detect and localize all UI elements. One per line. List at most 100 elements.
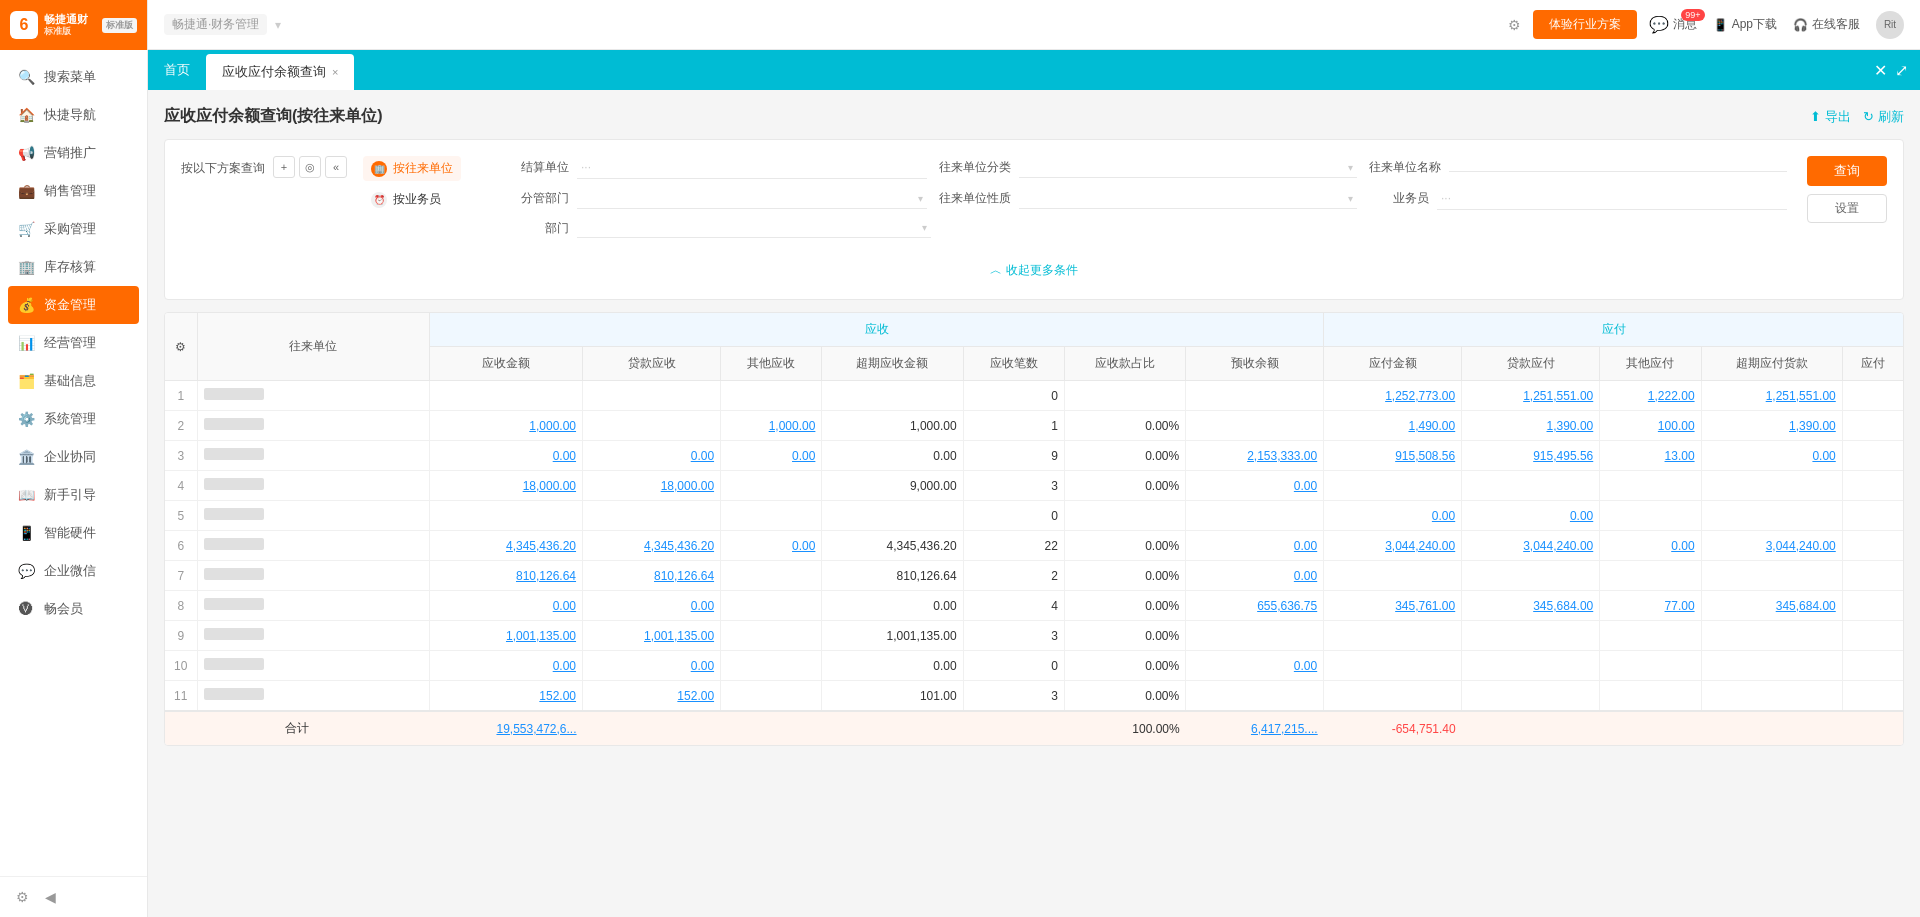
sidebar-item-corp[interactable]: 🏛️ 企业协同 bbox=[0, 438, 147, 476]
cell-link[interactable]: 0.00 bbox=[792, 449, 815, 463]
cell-link[interactable]: 0.00 bbox=[691, 599, 714, 613]
cell-link[interactable]: 100.00 bbox=[1658, 419, 1695, 433]
cell-link[interactable]: 0.00 bbox=[691, 659, 714, 673]
dept-label: 分管部门 bbox=[509, 190, 569, 207]
sidebar-item-sales[interactable]: 💼 销售管理 bbox=[0, 172, 147, 210]
branch-dept-input[interactable]: ▾ bbox=[577, 218, 931, 238]
cell-link[interactable]: 0.00 bbox=[553, 599, 576, 613]
refresh-button[interactable]: ↻ 刷新 bbox=[1863, 108, 1904, 126]
gear-icon[interactable]: ⚙ bbox=[1508, 17, 1521, 33]
cell-link[interactable]: 3,044,240.00 bbox=[1766, 539, 1836, 553]
settlement-unit-input[interactable]: ··· bbox=[577, 156, 927, 179]
cell-link[interactable]: 4,345,436.20 bbox=[506, 539, 576, 553]
cell-link[interactable]: 0.00 bbox=[792, 539, 815, 553]
tab-close-icon[interactable]: × bbox=[332, 66, 338, 78]
cell-link[interactable]: 3,044,240.00 bbox=[1523, 539, 1593, 553]
cell-link[interactable]: 1,001,135.00 bbox=[644, 629, 714, 643]
cell-link[interactable]: 1,390.00 bbox=[1547, 419, 1594, 433]
loan-receivable: 1,001,135.00 bbox=[583, 621, 721, 651]
cell-link[interactable]: 1,490.00 bbox=[1409, 419, 1456, 433]
collapse-sidebar-icon[interactable]: ◀ bbox=[45, 889, 56, 905]
filter-collapse-button[interactable]: « bbox=[325, 156, 347, 178]
sidebar-item-member[interactable]: 🅥 畅会员 bbox=[0, 590, 147, 628]
cell-link[interactable]: 0.00 bbox=[1570, 509, 1593, 523]
unit-category-input[interactable]: ▾ bbox=[1019, 158, 1357, 178]
unit-name-input[interactable] bbox=[1449, 163, 1787, 172]
salesman-input[interactable]: ··· bbox=[1437, 187, 1787, 210]
sidebar-item-basic[interactable]: 🗂️ 基础信息 bbox=[0, 362, 147, 400]
cell-link[interactable]: 77.00 bbox=[1665, 599, 1695, 613]
cell-link[interactable]: 915,495.56 bbox=[1533, 449, 1593, 463]
cell-link[interactable]: 2,153,333.00 bbox=[1247, 449, 1317, 463]
close-window-icon[interactable]: ✕ bbox=[1874, 61, 1887, 80]
online-service-button[interactable]: 🎧 在线客服 bbox=[1793, 16, 1860, 33]
sidebar-item-operation[interactable]: 📊 经营管理 bbox=[0, 324, 147, 362]
th-settings[interactable]: ⚙ bbox=[165, 313, 197, 381]
sidebar-item-wechat[interactable]: 💬 企业微信 bbox=[0, 552, 147, 590]
unit-nature-input[interactable]: ▾ bbox=[1019, 189, 1357, 209]
cell-link[interactable]: 810,126.64 bbox=[516, 569, 576, 583]
dept-input[interactable]: ▾ bbox=[577, 189, 927, 209]
cell-link[interactable]: 0.00 bbox=[691, 449, 714, 463]
sidebar-item-guide[interactable]: 📖 新手引导 bbox=[0, 476, 147, 514]
tab-home[interactable]: 首页 bbox=[148, 50, 206, 90]
cell-link[interactable]: 0.00 bbox=[1294, 479, 1317, 493]
cell-link[interactable]: 1,251,551.00 bbox=[1523, 389, 1593, 403]
app-download-button[interactable]: 📱 App下载 bbox=[1713, 16, 1777, 33]
tab-ar-ap-query[interactable]: 应收应付余额查询 × bbox=[206, 54, 354, 90]
cell-link[interactable]: 0.00 bbox=[1294, 659, 1317, 673]
cell-link[interactable]: 152.00 bbox=[677, 689, 714, 703]
blurred-cell bbox=[204, 478, 264, 490]
cell-link[interactable]: 0.00 bbox=[1432, 509, 1455, 523]
sidebar-item-inventory[interactable]: 🏢 库存核算 bbox=[0, 248, 147, 286]
filter-option-by-salesman[interactable]: ⏰ 按业务员 bbox=[363, 187, 461, 212]
setting-button[interactable]: 设置 bbox=[1807, 194, 1887, 223]
sidebar-item-system[interactable]: ⚙️ 系统管理 bbox=[0, 400, 147, 438]
cell-link[interactable]: 13.00 bbox=[1665, 449, 1695, 463]
footer-receivable-total[interactable]: 19,553,472,6... bbox=[430, 711, 583, 745]
sidebar-item-search[interactable]: 🔍 搜索菜单 bbox=[0, 58, 147, 96]
fullscreen-icon[interactable]: ⤢ bbox=[1895, 61, 1908, 80]
sidebar-item-purchase[interactable]: 🛒 采购管理 bbox=[0, 210, 147, 248]
export-button[interactable]: ⬆ 导出 bbox=[1810, 108, 1851, 126]
cell-link[interactable]: 1,251,551.00 bbox=[1766, 389, 1836, 403]
cell-link[interactable]: 345,761.00 bbox=[1395, 599, 1455, 613]
cell-link[interactable]: 4,345,436.20 bbox=[644, 539, 714, 553]
industry-solution-button[interactable]: 体验行业方案 bbox=[1533, 10, 1637, 39]
cell-link[interactable]: 0.00 bbox=[553, 659, 576, 673]
cell-link[interactable]: 0.00 bbox=[1294, 569, 1317, 583]
sidebar-item-hardware[interactable]: 📱 智能硬件 bbox=[0, 514, 147, 552]
filter-settings-button[interactable]: ◎ bbox=[299, 156, 321, 178]
sidebar-item-finance[interactable]: 💰 资金管理 bbox=[8, 286, 139, 324]
collapse-more-conditions-button[interactable]: ︿ 收起更多条件 bbox=[181, 258, 1887, 283]
cell-link[interactable]: 915,508.56 bbox=[1395, 449, 1455, 463]
cell-link[interactable]: 1,252,773.00 bbox=[1385, 389, 1455, 403]
cell-link[interactable]: 1,222.00 bbox=[1648, 389, 1695, 403]
cell-link[interactable]: 1,000.00 bbox=[769, 419, 816, 433]
sidebar-item-quicknav[interactable]: 🏠 快捷导航 bbox=[0, 96, 147, 134]
cell-link[interactable]: 0.00 bbox=[553, 449, 576, 463]
avatar[interactable]: Rit bbox=[1876, 11, 1904, 39]
filter-option-by-unit[interactable]: 🏢 按往来单位 bbox=[363, 156, 461, 181]
footer-prepaid-balance[interactable]: 6,417,215.... bbox=[1186, 711, 1324, 745]
cell-link[interactable]: 0.00 bbox=[1671, 539, 1694, 553]
settings-icon[interactable]: ⚙ bbox=[16, 889, 29, 905]
cell-link[interactable]: 1,000.00 bbox=[529, 419, 576, 433]
cell-link[interactable]: 18,000.00 bbox=[661, 479, 714, 493]
query-button[interactable]: 查询 bbox=[1807, 156, 1887, 186]
cell-link[interactable]: 3,044,240.00 bbox=[1385, 539, 1455, 553]
cell-link[interactable]: 0.00 bbox=[1294, 539, 1317, 553]
add-filter-button[interactable]: + bbox=[273, 156, 295, 178]
cell-link[interactable]: 152.00 bbox=[539, 689, 576, 703]
message-button[interactable]: 💬 消息 99+ bbox=[1649, 15, 1697, 34]
cell-link[interactable]: 0.00 bbox=[1812, 449, 1835, 463]
payable-amt: 915,508.56 bbox=[1324, 441, 1462, 471]
cell-link[interactable]: 1,390.00 bbox=[1789, 419, 1836, 433]
cell-link[interactable]: 345,684.00 bbox=[1776, 599, 1836, 613]
cell-link[interactable]: 345,684.00 bbox=[1533, 599, 1593, 613]
sidebar-item-marketing[interactable]: 📢 营销推广 bbox=[0, 134, 147, 172]
cell-link[interactable]: 810,126.64 bbox=[654, 569, 714, 583]
cell-link[interactable]: 18,000.00 bbox=[523, 479, 576, 493]
cell-link[interactable]: 1,001,135.00 bbox=[506, 629, 576, 643]
cell-link[interactable]: 655,636.75 bbox=[1257, 599, 1317, 613]
